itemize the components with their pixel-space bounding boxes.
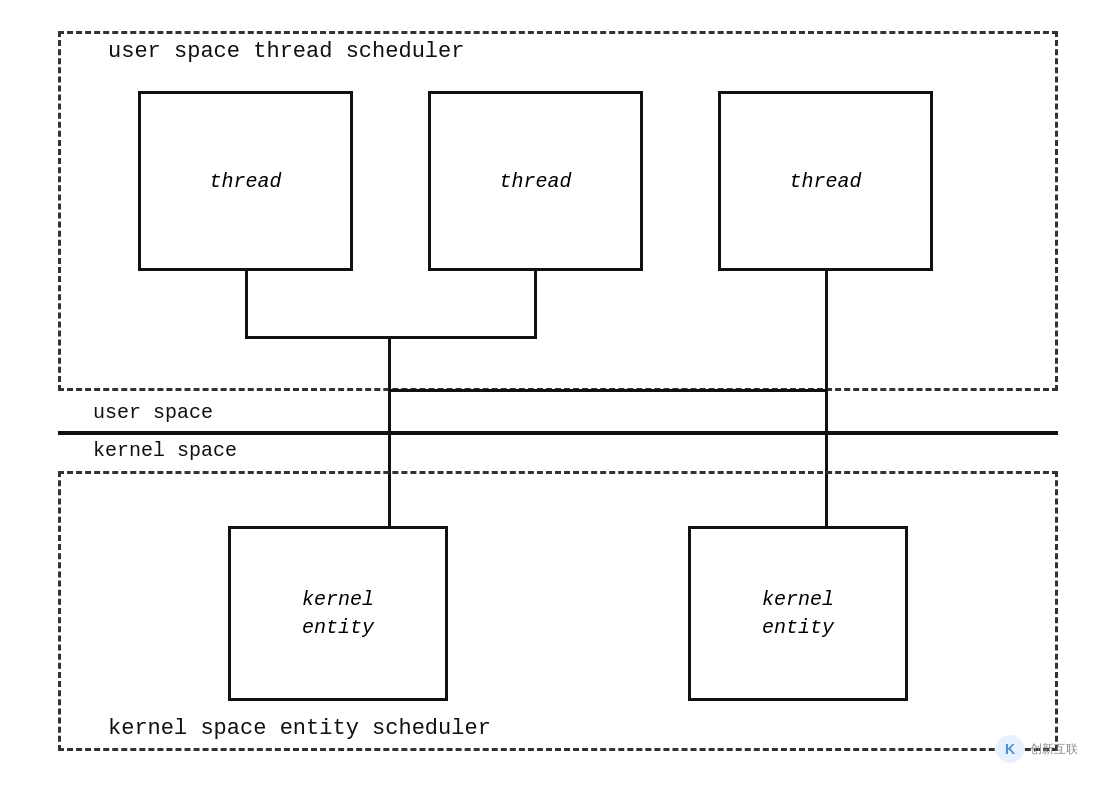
connector-thread1-down: [245, 269, 248, 339]
user-space-label: user space: [93, 401, 213, 424]
watermark: K 创新互联: [996, 735, 1078, 763]
kernel-entity-box-1: kernelentity: [228, 526, 448, 701]
kernel-entity-2-label: kernelentity: [762, 586, 834, 642]
thread-box-3: thread: [718, 91, 933, 271]
thread-box-2: thread: [428, 91, 643, 271]
thread-3-label: thread: [789, 170, 861, 193]
connector-thread1-2-horizontal: [245, 336, 537, 339]
watermark-icon-letter: K: [1005, 741, 1015, 757]
connector-thread3-horizontal: [391, 389, 828, 392]
diagram-container: user space thread scheduler thread threa…: [28, 21, 1088, 771]
space-separator-line: [58, 431, 1058, 435]
kernel-space-scheduler-label: kernel space entity scheduler: [108, 716, 491, 741]
kernel-entity-1-label: kernelentity: [302, 586, 374, 642]
thread-box-1: thread: [138, 91, 353, 271]
watermark-text: 创新互联: [1030, 741, 1078, 758]
user-space-scheduler-label: user space thread scheduler: [108, 39, 464, 64]
connector-thread3-down: [825, 269, 828, 389]
kernel-space-scheduler-box: [58, 471, 1058, 751]
thread-1-label: thread: [209, 170, 281, 193]
connector-thread2-down: [534, 269, 537, 339]
kernel-entity-box-2: kernelentity: [688, 526, 908, 701]
thread-2-label: thread: [499, 170, 571, 193]
watermark-icon: K: [996, 735, 1024, 763]
kernel-space-label: kernel space: [93, 439, 237, 462]
